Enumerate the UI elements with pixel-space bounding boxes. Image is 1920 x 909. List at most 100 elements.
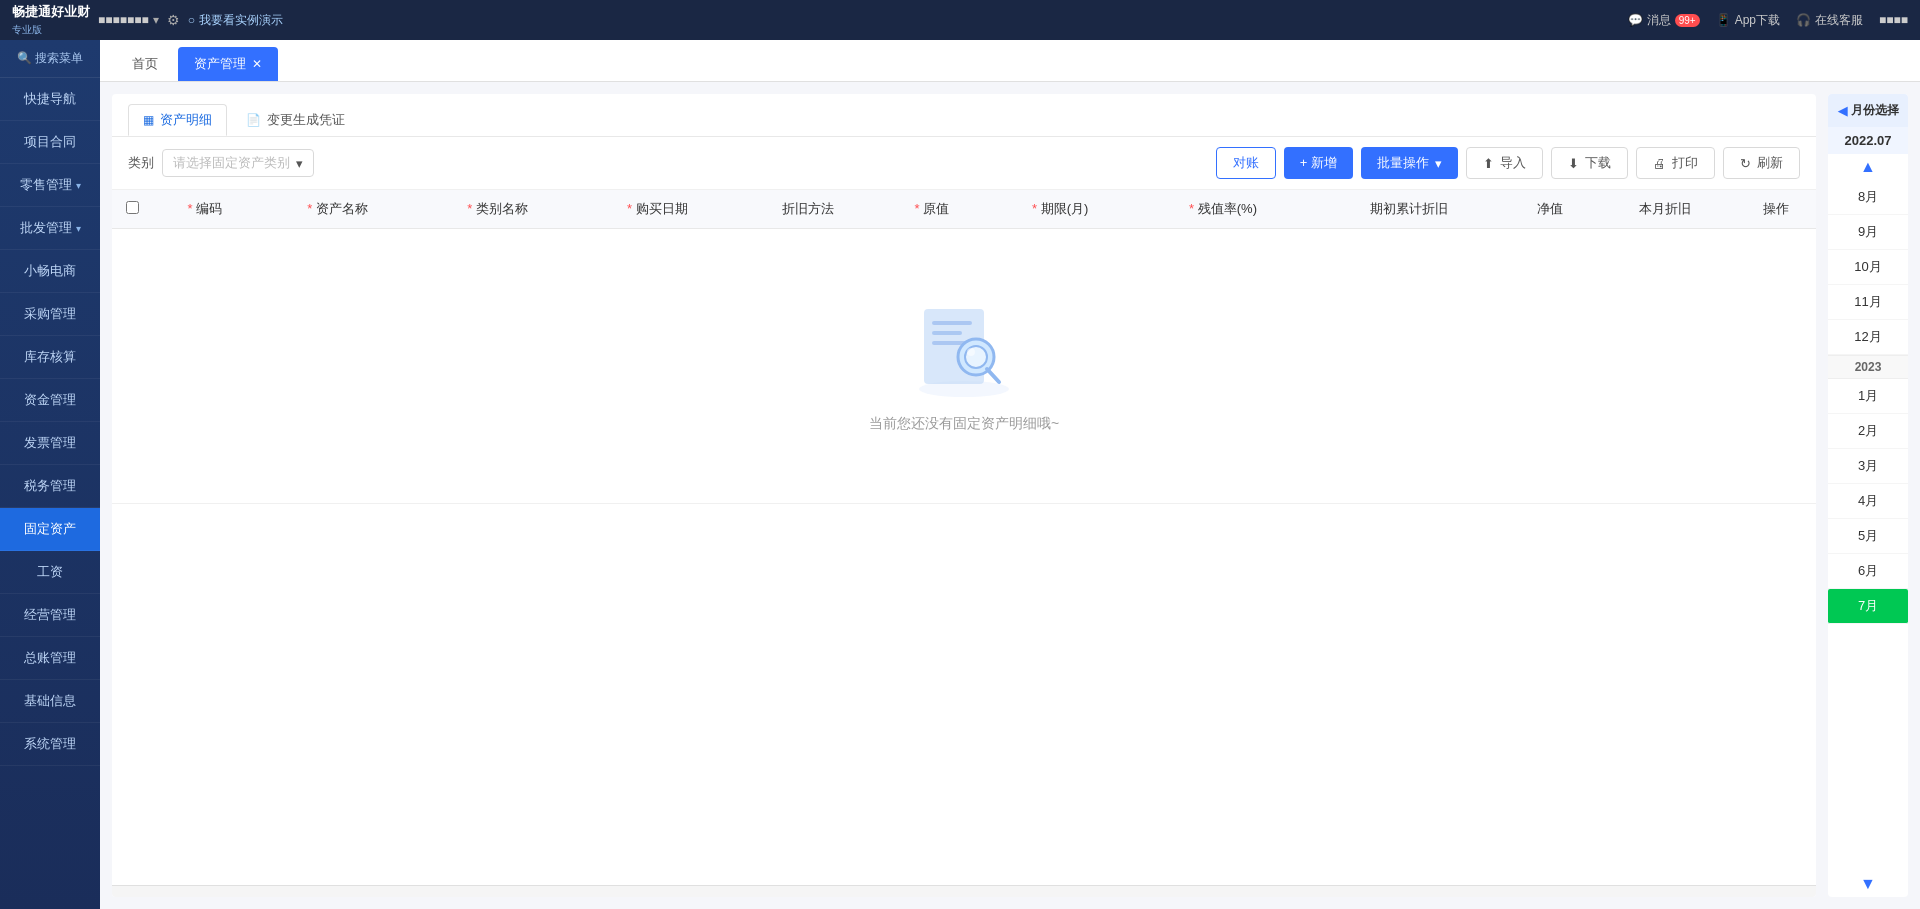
messages-btn[interactable]: 💬 消息 99+ (1628, 12, 1700, 29)
toolbar-left: 类别 请选择固定资产类别 ▾ (128, 149, 314, 177)
online-service-btn[interactable]: 🎧 在线客服 (1796, 12, 1863, 29)
message-badge: 99+ (1675, 14, 1700, 27)
month-item-2023-02[interactable]: 2月 (1828, 414, 1908, 449)
svg-line-7 (987, 369, 999, 382)
reconcile-button[interactable]: 对账 (1216, 147, 1276, 179)
refresh-button[interactable]: ↻ 刷新 (1723, 147, 1800, 179)
category-select[interactable]: 请选择固定资产类别 ▾ (162, 149, 314, 177)
svg-point-8 (967, 348, 975, 356)
sidebar-item-fixed-assets[interactable]: 固定资产 (0, 508, 100, 551)
user-avatar[interactable]: ■■■■ (1879, 13, 1908, 27)
sidebar-item-operations[interactable]: 经营管理 (0, 594, 100, 637)
month-item-2023-05[interactable]: 5月 (1828, 519, 1908, 554)
horizontal-scrollbar[interactable] (112, 885, 1816, 897)
month-list: 8月 9月 10月 11月 12月 2023 1月 2月 3月 4月 5月 6月… (1828, 180, 1908, 871)
content-area: 首页 资产管理 ✕ ▦ 资产明细 📄 变更生成凭证 (100, 40, 1920, 909)
top-bar-left: 畅捷通好业财 专业版 ■■■■■■■ ▾ ⚙ ○ 我要看实例演示 (12, 3, 1616, 37)
month-scroll-up-btn[interactable]: ▲ (1860, 158, 1876, 176)
sub-tab-change-voucher[interactable]: 📄 变更生成凭证 (231, 104, 360, 136)
col-action: 操作 (1736, 190, 1816, 229)
top-bar: 畅捷通好业财 专业版 ■■■■■■■ ▾ ⚙ ○ 我要看实例演示 💬 消息 99… (0, 0, 1920, 40)
toolbar-right: 对账 + 新增 批量操作 ▾ ⬆ 导入 (1216, 147, 1800, 179)
svg-rect-3 (932, 331, 962, 335)
month-panel-header: ◀ 月份选择 (1828, 94, 1908, 127)
top-bar-right: 💬 消息 99+ 📱 App下载 🎧 在线客服 ■■■■ (1628, 12, 1908, 29)
batch-button[interactable]: 批量操作 ▾ (1361, 147, 1458, 179)
refresh-icon: ↻ (1740, 156, 1751, 171)
sidebar-search[interactable]: 🔍 搜索菜单 (0, 40, 100, 78)
download-icon: ⬇ (1568, 156, 1579, 171)
sidebar-item-system-management[interactable]: 系统管理 (0, 723, 100, 766)
month-item-2022-08[interactable]: 8月 (1828, 180, 1908, 215)
sidebar-item-mini-commerce[interactable]: 小畅电商 (0, 250, 100, 293)
search-icon: 🔍 (17, 51, 32, 65)
category-label: 类别 (128, 154, 154, 172)
empty-state: 当前您还没有固定资产明细哦~ (120, 239, 1808, 493)
select-all-checkbox[interactable] (126, 201, 139, 214)
col-code: 编码 (152, 190, 258, 229)
col-month-dep: 本月折旧 (1594, 190, 1736, 229)
chevron-down-icon: ▾ (153, 13, 159, 27)
main-panel: ▦ 资产明细 📄 变更生成凭证 类别 请选择固定资产类别 ▾ (112, 94, 1816, 897)
toolbar: 类别 请选择固定资产类别 ▾ 对账 + 新增 (112, 137, 1816, 190)
month-item-2022-09[interactable]: 9月 (1828, 215, 1908, 250)
month-item-2023-04[interactable]: 4月 (1828, 484, 1908, 519)
month-item-2022-11[interactable]: 11月 (1828, 285, 1908, 320)
month-nav-up: ▲ (1828, 154, 1908, 180)
sidebar-item-purchase-management[interactable]: 采购管理 (0, 293, 100, 336)
category-placeholder: 请选择固定资产类别 (173, 154, 290, 172)
sidebar-item-basic-info[interactable]: 基础信息 (0, 680, 100, 723)
sub-tab-asset-detail[interactable]: ▦ 资产明细 (128, 104, 227, 136)
sidebar-item-fund-management[interactable]: 资金管理 (0, 379, 100, 422)
sidebar-item-retail-management[interactable]: 零售管理 ▾ (0, 164, 100, 207)
col-category: 类别名称 (418, 190, 578, 229)
settings-icon[interactable]: ⚙ (167, 12, 180, 28)
company-selector[interactable]: ■■■■■■■ ▾ (98, 13, 159, 27)
demo-link[interactable]: ○ 我要看实例演示 (188, 12, 283, 29)
col-purchase-date: 购买日期 (577, 190, 737, 229)
col-name: 资产名称 (258, 190, 418, 229)
add-button[interactable]: + 新增 (1284, 147, 1353, 179)
download-button[interactable]: ⬇ 下载 (1551, 147, 1628, 179)
sidebar-item-tax-management[interactable]: 税务管理 (0, 465, 100, 508)
page-content: ▦ 资产明细 📄 变更生成凭证 类别 请选择固定资产类别 ▾ (100, 82, 1920, 909)
app-name: 畅捷通好业财 专业版 (12, 3, 90, 37)
import-icon: ⬆ (1483, 156, 1494, 171)
phone-icon: 📱 (1716, 13, 1731, 27)
month-scroll-down-btn[interactable]: ▼ (1860, 875, 1876, 893)
month-item-2022-10[interactable]: 10月 (1828, 250, 1908, 285)
tab-home[interactable]: 首页 (116, 47, 174, 81)
chevron-icon: ▾ (76, 180, 81, 191)
month-item-2023-03[interactable]: 3月 (1828, 449, 1908, 484)
chevron-icon: ▾ (76, 223, 81, 234)
tab-close-icon[interactable]: ✕ (252, 57, 262, 71)
col-net-value: 净值 (1507, 190, 1595, 229)
month-nav-down: ▼ (1828, 871, 1908, 897)
sidebar-item-project-contract[interactable]: 项目合同 (0, 121, 100, 164)
sidebar-item-quick-nav[interactable]: 快捷导航 (0, 78, 100, 121)
batch-dropdown-icon: ▾ (1435, 156, 1442, 171)
sidebar-item-wholesale-management[interactable]: 批发管理 ▾ (0, 207, 100, 250)
company-name: ■■■■■■■ (98, 13, 149, 27)
print-button[interactable]: 🖨 打印 (1636, 147, 1715, 179)
sidebar-item-general-ledger[interactable]: 总账管理 (0, 637, 100, 680)
col-residual-rate: 残值率(%) (1136, 190, 1311, 229)
col-original-value: 原值 (879, 190, 985, 229)
voucher-icon: 📄 (246, 113, 261, 127)
year-2023-label: 2023 (1828, 355, 1908, 379)
month-item-2022-12[interactable]: 12月 (1828, 320, 1908, 355)
month-item-2023-07[interactable]: 7月 (1828, 589, 1908, 624)
import-button[interactable]: ⬆ 导入 (1466, 147, 1543, 179)
month-item-2023-06[interactable]: 6月 (1828, 554, 1908, 589)
sidebar-item-invoice-management[interactable]: 发票管理 (0, 422, 100, 465)
sidebar-item-inventory[interactable]: 库存核算 (0, 336, 100, 379)
col-period: 期限(月) (985, 190, 1136, 229)
month-item-2023-01[interactable]: 1月 (1828, 379, 1908, 414)
table-container: 编码 资产名称 类别名称 购买日期 折旧方法 原值 期限(月) 残值率(%) 期… (112, 190, 1816, 885)
message-icon: 💬 (1628, 13, 1643, 27)
collapse-icon[interactable]: ◀ (1838, 104, 1847, 118)
app-download-btn[interactable]: 📱 App下载 (1716, 12, 1780, 29)
assets-table: 编码 资产名称 类别名称 购买日期 折旧方法 原值 期限(月) 残值率(%) 期… (112, 190, 1816, 504)
tab-asset-management[interactable]: 资产管理 ✕ (178, 47, 278, 81)
sidebar-item-salary[interactable]: 工资 (0, 551, 100, 594)
